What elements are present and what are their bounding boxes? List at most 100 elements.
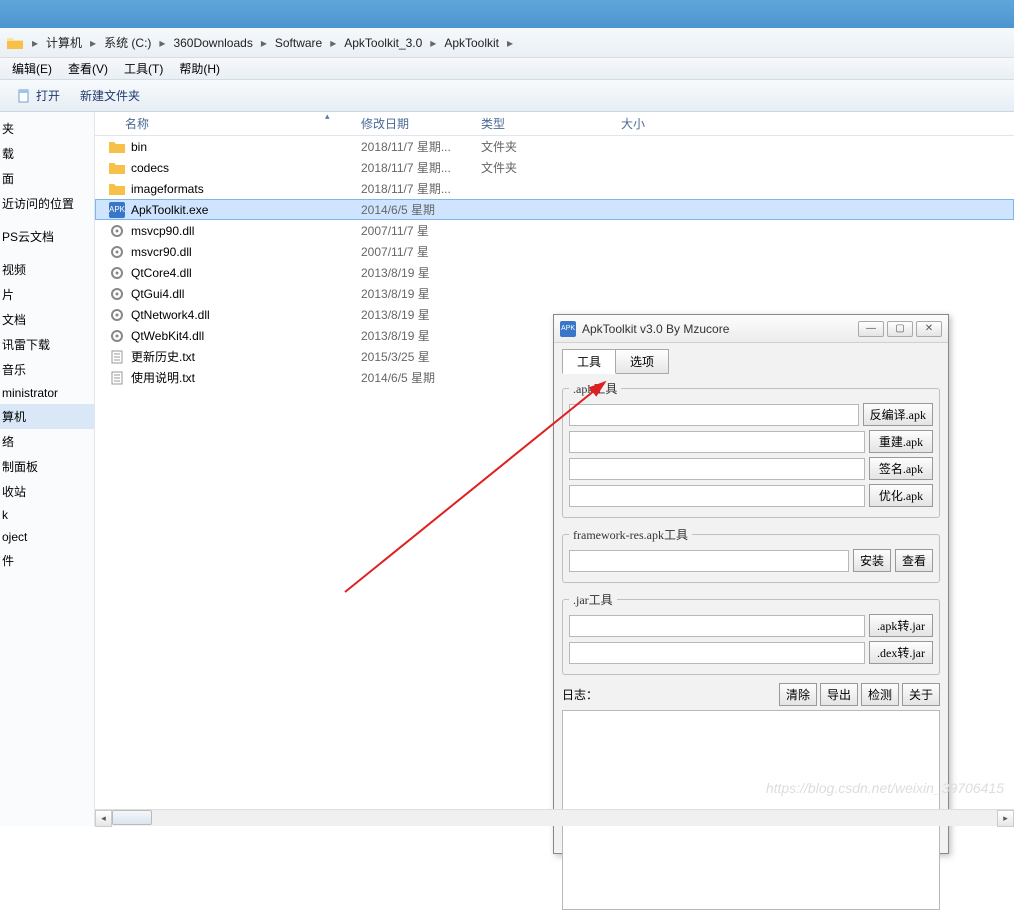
file-name: 使用说明.txt: [131, 369, 361, 386]
scroll-thumb[interactable]: [112, 810, 152, 825]
sidebar-item[interactable]: [0, 216, 94, 224]
dll-icon: [109, 328, 125, 344]
sidebar-item[interactable]: [0, 249, 94, 257]
export-log-button[interactable]: 导出: [820, 683, 858, 706]
file-row[interactable]: msvcr90.dll2007/11/7 星: [95, 241, 1014, 262]
breadcrumb-item[interactable]: ApkToolkit_3.0: [338, 36, 428, 50]
file-date: 2013/8/19 星: [361, 327, 481, 344]
sidebar-item[interactable]: 载: [0, 141, 94, 166]
view-button[interactable]: 查看: [895, 549, 933, 572]
apk2jar-input[interactable]: [569, 615, 865, 637]
file-date: 2018/11/7 星期...: [361, 138, 481, 155]
group-framework-legend: framework-res.apk工具: [569, 526, 692, 543]
file-date: 2014/6/5 星期: [361, 369, 481, 386]
file-row[interactable]: codecs2018/11/7 星期...文件夹: [95, 157, 1014, 178]
breadcrumb-item[interactable]: 系统 (C:): [98, 34, 157, 51]
file-row[interactable]: msvcp90.dll2007/11/7 星: [95, 220, 1014, 241]
open-button[interactable]: 打开: [6, 84, 70, 107]
detect-button[interactable]: 检测: [861, 683, 899, 706]
sidebar-item[interactable]: oject: [0, 526, 94, 548]
breadcrumb-item[interactable]: 计算机: [40, 34, 88, 51]
breadcrumb-item[interactable]: ApkToolkit: [438, 36, 505, 50]
file-name: msvcr90.dll: [131, 245, 361, 259]
menu-view[interactable]: 查看(V): [60, 58, 116, 79]
sidebar-item[interactable]: 片: [0, 282, 94, 307]
toolbar: 打开 新建文件夹: [0, 80, 1014, 112]
rebuild-button[interactable]: 重建.apk: [869, 430, 933, 453]
folder-icon: [109, 160, 125, 176]
sidebar-item[interactable]: 夹: [0, 116, 94, 141]
sidebar-item[interactable]: 制面板: [0, 454, 94, 479]
col-size[interactable]: 大小: [615, 115, 695, 132]
sidebar-item[interactable]: 讯雷下载: [0, 332, 94, 357]
apk2jar-button[interactable]: .apk转.jar: [869, 614, 933, 637]
file-name: bin: [131, 140, 361, 154]
file-row[interactable]: imageformats2018/11/7 星期...: [95, 178, 1014, 199]
apktoolkit-dialog: APK ApkToolkit v3.0 By Mzucore — ▢ ✕ 工具 …: [553, 314, 949, 854]
window-titlebar: [0, 0, 1014, 28]
col-type[interactable]: 类型: [475, 115, 615, 132]
about-button[interactable]: 关于: [902, 683, 940, 706]
optimize-path-input[interactable]: [569, 485, 865, 507]
file-row[interactable]: QtCore4.dll2013/8/19 星: [95, 262, 1014, 283]
file-name: QtGui4.dll: [131, 287, 361, 301]
sidebar-item[interactable]: 算机: [0, 404, 94, 429]
horizontal-scrollbar[interactable]: ◂ ▸: [95, 809, 1014, 826]
framework-path-input[interactable]: [569, 550, 849, 572]
dex2jar-input[interactable]: [569, 642, 865, 664]
sidebar-item[interactable]: k: [0, 504, 94, 526]
tab-options[interactable]: 选项: [615, 349, 669, 374]
sidebar-item[interactable]: 视频: [0, 257, 94, 282]
group-apk-tools: .apk工具 反编译.apk 重建.apk 签名.apk 优化.apk: [562, 380, 940, 518]
sign-button[interactable]: 签名.apk: [869, 457, 933, 480]
sort-indicator-icon: ▴: [325, 111, 330, 122]
menu-tools[interactable]: 工具(T): [116, 58, 171, 79]
scroll-left-button[interactable]: ◂: [95, 810, 112, 827]
chevron-right-icon: ▸: [30, 36, 40, 50]
file-row[interactable]: APKApkToolkit.exe2014/6/5 星期: [95, 199, 1014, 220]
new-folder-label: 新建文件夹: [80, 87, 140, 104]
dex2jar-button[interactable]: .dex转.jar: [869, 641, 933, 664]
tab-tools[interactable]: 工具: [562, 349, 616, 374]
sidebar-item[interactable]: 络: [0, 429, 94, 454]
col-name[interactable]: 名称: [95, 115, 355, 132]
sidebar-item[interactable]: PS云文档: [0, 224, 94, 249]
file-name: QtCore4.dll: [131, 266, 361, 280]
install-button[interactable]: 安装: [853, 549, 891, 572]
file-row[interactable]: QtGui4.dll2013/8/19 星: [95, 283, 1014, 304]
sidebar-item[interactable]: 收站: [0, 479, 94, 504]
sidebar-item[interactable]: ministrator: [0, 382, 94, 404]
dll-icon: [109, 307, 125, 323]
file-name: QtWebKit4.dll: [131, 329, 361, 343]
col-date[interactable]: 修改日期: [355, 115, 475, 132]
file-row[interactable]: bin2018/11/7 星期...文件夹: [95, 136, 1014, 157]
clear-log-button[interactable]: 清除: [779, 683, 817, 706]
breadcrumb-item[interactable]: Software: [269, 36, 328, 50]
file-date: 2013/8/19 星: [361, 306, 481, 323]
breadcrumb-item[interactable]: 360Downloads: [167, 36, 258, 50]
new-folder-button[interactable]: 新建文件夹: [70, 84, 150, 107]
menu-edit[interactable]: 编辑(E): [4, 58, 60, 79]
exe-icon: APK: [109, 202, 125, 218]
dll-icon: [109, 244, 125, 260]
folder-icon: [109, 181, 125, 197]
dialog-title: ApkToolkit v3.0 By Mzucore: [582, 322, 855, 336]
rebuild-path-input[interactable]: [569, 431, 865, 453]
close-button[interactable]: ✕: [916, 321, 942, 337]
dialog-titlebar[interactable]: APK ApkToolkit v3.0 By Mzucore — ▢ ✕: [554, 315, 948, 343]
sidebar: 夹载面近访问的位置 PS云文档视频片文档讯雷下载音乐ministrator算机络制…: [0, 112, 95, 826]
menu-help[interactable]: 帮助(H): [171, 58, 228, 79]
sign-path-input[interactable]: [569, 458, 865, 480]
apk-path-input[interactable]: [569, 404, 859, 426]
sidebar-item[interactable]: 面: [0, 166, 94, 191]
scroll-right-button[interactable]: ▸: [997, 810, 1014, 827]
scroll-track[interactable]: [112, 810, 997, 827]
optimize-button[interactable]: 优化.apk: [869, 484, 933, 507]
sidebar-item[interactable]: 文档: [0, 307, 94, 332]
minimize-button[interactable]: —: [858, 321, 884, 337]
decompile-button[interactable]: 反编译.apk: [863, 403, 933, 426]
maximize-button[interactable]: ▢: [887, 321, 913, 337]
sidebar-item[interactable]: 近访问的位置: [0, 191, 94, 216]
sidebar-item[interactable]: 音乐: [0, 357, 94, 382]
sidebar-item[interactable]: 件: [0, 548, 94, 573]
